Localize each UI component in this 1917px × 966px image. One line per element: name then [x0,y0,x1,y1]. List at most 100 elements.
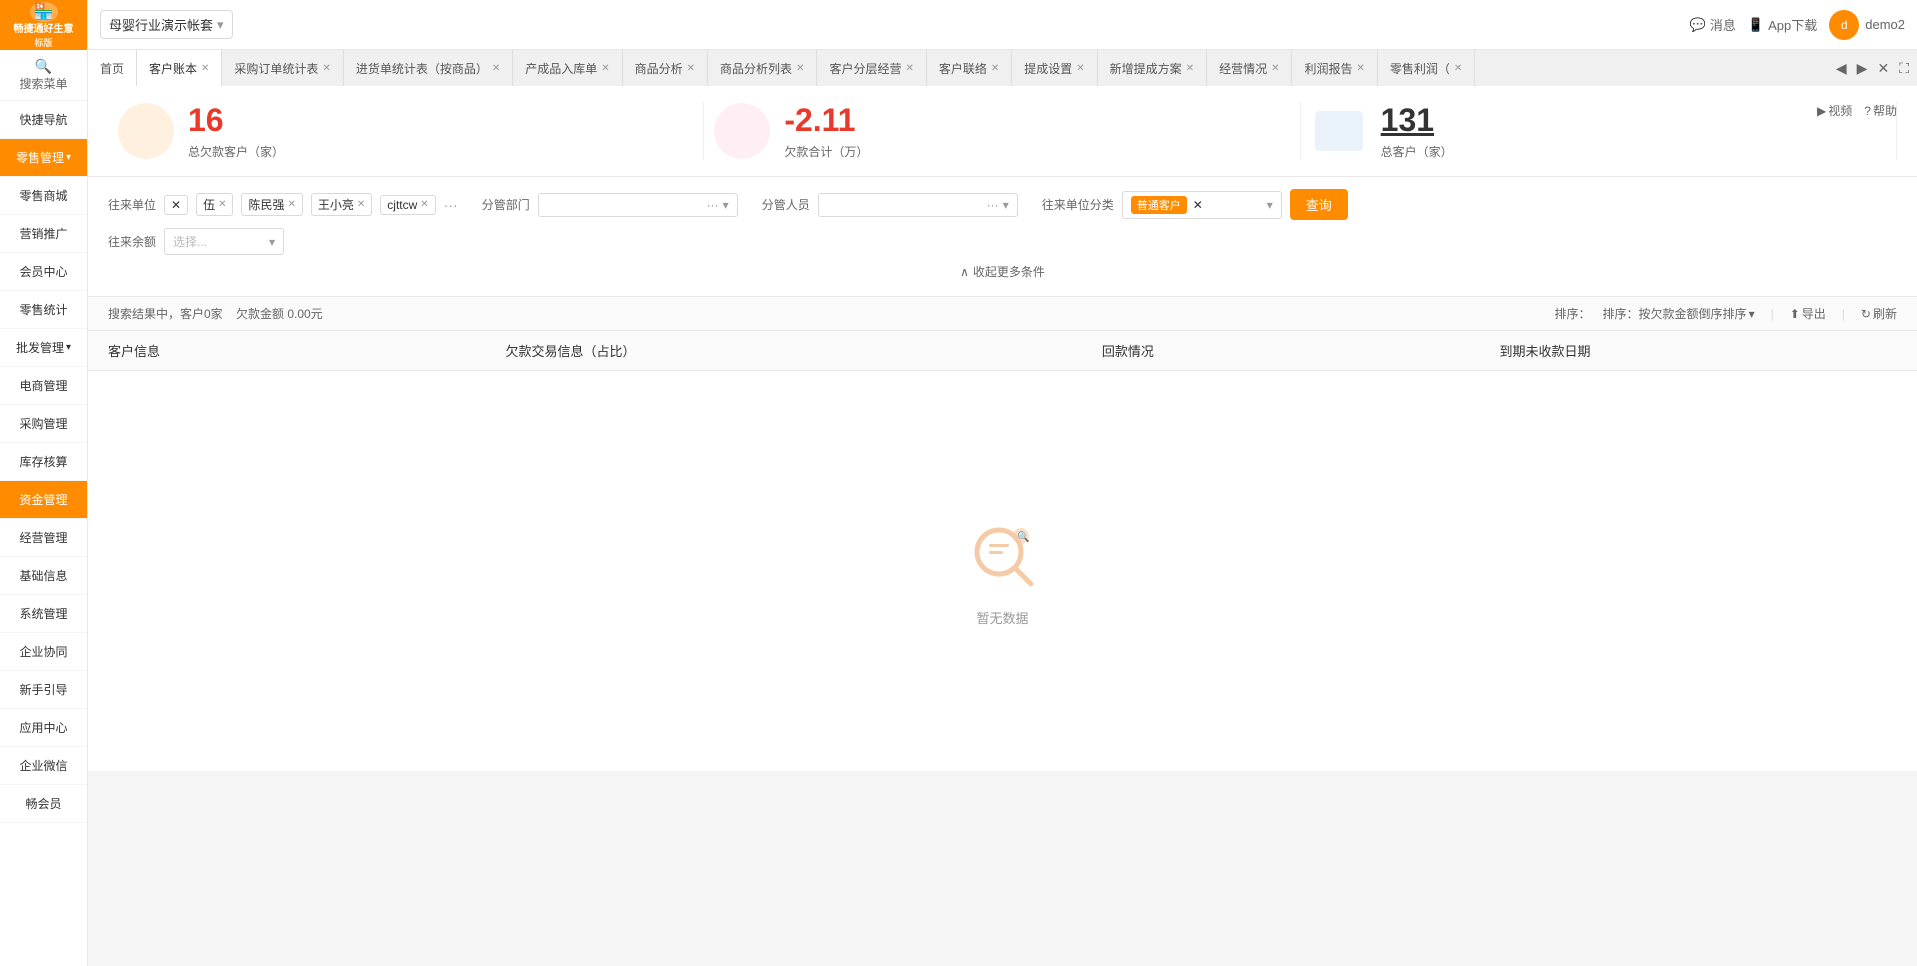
chevron-down-icon3: ▾ [1267,198,1273,212]
filter-tag-cjttcw: cjttcw ✕ [380,195,435,215]
app-icon: 📱 [1748,17,1764,33]
close-icon[interactable]: ✕ [1076,63,1084,74]
sidebar-item-operation[interactable]: 经营管理 [0,519,87,557]
sidebar-item-retail-stats[interactable]: 零售统计 [0,291,87,329]
balance-placeholder: 选择... [173,233,207,250]
stat-total-customers2: 131 总客户（家） [1301,102,1897,160]
dept-more-icon: ··· [707,198,719,212]
close-icon[interactable]: ✕ [601,63,609,74]
close-icon[interactable]: ✕ [796,63,804,74]
sidebar-item-capital[interactable]: 资金管理 [0,481,87,519]
sidebar-item-member[interactable]: 会员中心 [0,253,87,291]
close-icon[interactable]: ✕ [492,63,500,74]
main-area: 母婴行业演示帐套 ▾ 💬 消息 📱 App下载 d demo2 首页 客户账本 … [88,0,1917,966]
remove-cjttcw[interactable]: ✕ [420,199,428,210]
empty-state: 🔍 暂无数据 [963,456,1043,687]
tab-improve-settings[interactable]: 提成设置 ✕ [1012,50,1097,86]
sidebar-item-system[interactable]: 系统管理 [0,595,87,633]
close-icon[interactable]: ✕ [1454,63,1462,74]
person-select[interactable]: ··· ▾ [818,193,1018,217]
close-icon[interactable]: ✕ [991,63,999,74]
stat-total-customers2-label: 总客户（家） [1381,143,1453,160]
tab-arrows: ◀ ▶ ✕ ⛶ [1828,58,1917,79]
tab-profit-report[interactable]: 利润报告 ✕ [1292,50,1377,86]
sidebar-item-ecommerce[interactable]: 电商管理 [0,367,87,405]
stat-total-customers2-value[interactable]: 131 [1381,102,1434,139]
balance-select[interactable]: 选择... ▾ [164,228,284,255]
avatar: d [1829,10,1859,40]
close-icon[interactable]: ✕ [905,63,913,74]
account-selector[interactable]: 母婴行业演示帐套 ▾ [100,10,233,39]
app-download-btn[interactable]: 📱 App下载 [1748,15,1817,34]
remove-category[interactable]: ✕ [1193,198,1203,212]
export-btn[interactable]: ⬆ 导出 [1790,305,1826,322]
remove-wu[interactable]: ✕ [218,199,226,210]
export-icon: ⬆ [1790,307,1800,321]
tab-instock-stats[interactable]: 进货单统计表（按商品） ✕ [344,50,513,86]
sidebar-item-enterprise[interactable]: 企业协同 [0,633,87,671]
query-button[interactable]: 查询 [1290,189,1348,220]
help-btn[interactable]: ? 帮助 [1864,102,1897,119]
tab-home[interactable]: 首页 [88,50,137,86]
debt-amount-text: 欠款金额 0.00元 [236,307,323,321]
filter-tag-wang: 王小亮 ✕ [311,193,372,216]
sidebar-item-inventory[interactable]: 库存核算 [0,443,87,481]
sidebar-item-enterprise-wechat[interactable]: 企业微信 [0,747,87,785]
remove-chen[interactable]: ✕ [288,199,296,210]
close-icon[interactable]: ✕ [322,63,330,74]
collapse-btn[interactable]: ∧ 收起更多条件 [960,263,1045,280]
sidebar-item-purchase[interactable]: 采购管理 [0,405,87,443]
tab-new-improve[interactable]: 新增提成方案 ✕ [1098,50,1207,86]
sidebar-item-new-guide[interactable]: 新手引导 [0,671,87,709]
tab-retail-profit[interactable]: 零售利润（ ✕ [1378,50,1475,86]
close-icon[interactable]: ✕ [1357,63,1365,74]
sidebar-item-member2[interactable]: 畅会员 [0,785,87,823]
message-btn[interactable]: 💬 消息 [1690,15,1736,34]
sidebar-item-marketing[interactable]: 营销推广 [0,215,87,253]
account-selector-label: 母婴行业演示帐套 [109,15,213,34]
chevron-down-icon2: ▾ [1003,198,1009,212]
close-icon[interactable]: ✕ [1186,63,1194,74]
results-info: 搜索结果中，客户0家 欠款金额 0.00元 [108,305,323,322]
unit-type-select[interactable]: 普通客户 ✕ ▾ [1122,191,1282,219]
sidebar-item-quick-nav[interactable]: 快捷导航 [0,101,87,139]
filter-tag-x1[interactable]: ✕ [164,195,188,215]
close-icon[interactable]: ✕ [687,63,695,74]
tab-close-all[interactable]: ✕ [1873,58,1893,79]
filter-more-btn[interactable]: ··· [444,197,458,213]
refresh-icon: ↻ [1861,307,1871,321]
dept-select[interactable]: ··· ▾ [538,193,738,217]
results-bar: 搜索结果中，客户0家 欠款金额 0.00元 排序： 排序：按欠款金额倒序排序 ▾… [88,297,1917,331]
col-debt-info: 欠款交易信息（占比） [506,341,1102,360]
sidebar-item-app-center[interactable]: 应用中心 [0,709,87,747]
close-icon[interactable]: ✕ [201,63,209,74]
refresh-btn[interactable]: ↻ 刷新 [1861,305,1897,322]
stat-total-customers-label: 总欠款客户（家） [188,143,284,160]
tab-product-analysis[interactable]: 商品分析 ✕ [623,50,708,86]
remove-wang[interactable]: ✕ [357,199,365,210]
sidebar-item-search[interactable]: 🔍 搜索菜单 [0,50,87,101]
sidebar-item-batch[interactable]: 批发管理 ▾ [0,329,87,367]
dept-filter-label: 分管部门 [482,196,530,213]
tab-customer-contact[interactable]: 客户联络 ✕ [927,50,1012,86]
user-menu[interactable]: d demo2 [1829,10,1905,40]
video-btn[interactable]: ▶ 视频 [1817,102,1852,119]
tab-product-analysis-list[interactable]: 商品分析列表 ✕ [708,50,817,86]
filter-row-2: 往来余额 选择... ▾ [108,228,1897,255]
tab-product-instock[interactable]: 产成品入库单 ✕ [513,50,622,86]
tab-customer-layer[interactable]: 客户分层经营 ✕ [817,50,926,86]
tab-arrow-left[interactable]: ◀ [1832,58,1851,79]
results-actions: 排序： 排序：按欠款金额倒序排序 ▾ | ⬆ 导出 | ↻ 刷新 [1555,305,1897,322]
tab-maximize[interactable]: ⛶ [1895,58,1913,79]
sidebar-item-retail-mall[interactable]: 零售商城 [0,177,87,215]
sort-btn[interactable]: 排序：按欠款金额倒序排序 ▾ [1603,305,1755,322]
close-icon[interactable]: ✕ [1271,63,1279,74]
tab-business[interactable]: 经营情况 ✕ [1207,50,1292,86]
collapse-label: 收起更多条件 [973,263,1045,280]
tab-purchase-order[interactable]: 采购订单统计表 ✕ [222,50,343,86]
svg-text:🔍: 🔍 [1017,530,1029,543]
tab-arrow-right[interactable]: ▶ [1853,58,1872,79]
tab-customer-book[interactable]: 客户账本 ✕ [137,50,222,86]
sidebar-item-basic[interactable]: 基础信息 [0,557,87,595]
sidebar-item-retail[interactable]: 零售管理 ▾ [0,139,87,177]
